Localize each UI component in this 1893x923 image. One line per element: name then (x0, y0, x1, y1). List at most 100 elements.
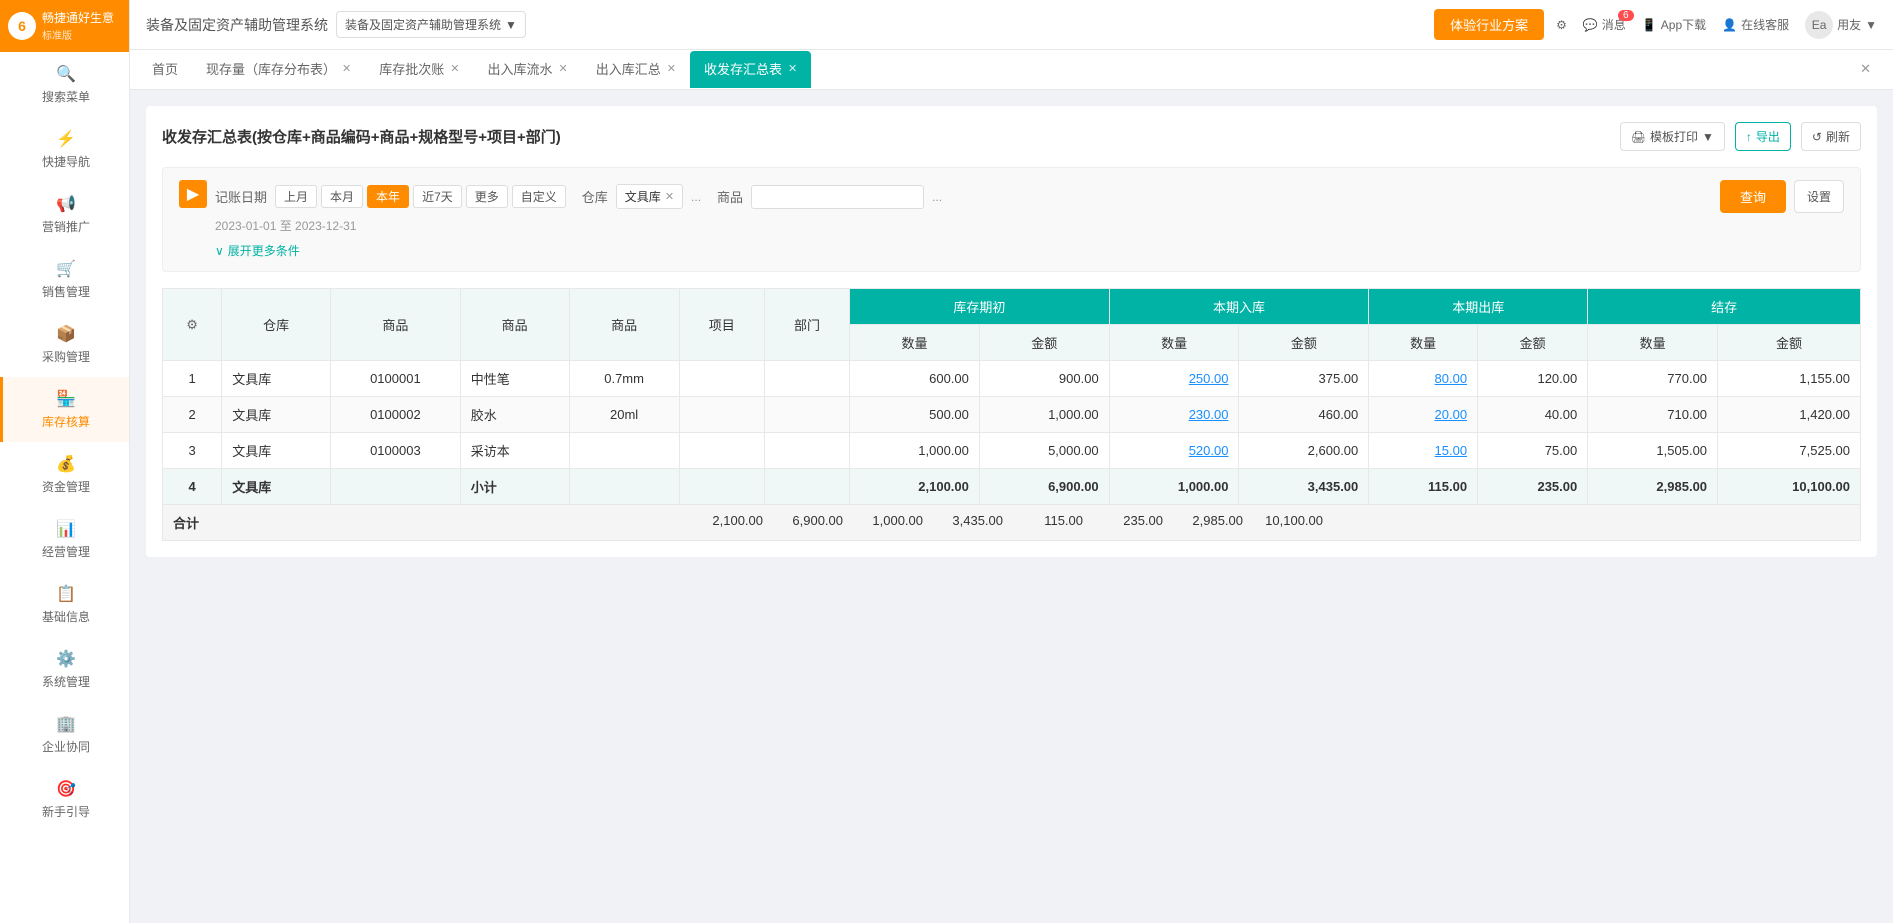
table-cell-out-qty[interactable]: 20.00 (1369, 397, 1478, 433)
warehouse-more[interactable]: ... (691, 190, 701, 204)
tab-inventory-dist[interactable]: 现存量（库存分布表） ✕ (192, 51, 365, 88)
footer-begin-qty: 2,100.00 (693, 513, 773, 532)
col-name: 商品 (460, 289, 569, 361)
tab-close-icon[interactable]: ✕ (342, 62, 351, 75)
trial-button[interactable]: 体验行业方案 (1434, 9, 1544, 40)
logo-title: 畅捷通好生意 (42, 10, 114, 27)
basic-info-icon: 📋 (56, 584, 76, 604)
table-cell-dept (764, 361, 849, 397)
col-begin-qty: 数量 (850, 325, 980, 361)
gear-settings[interactable]: ⚙ (1556, 18, 1567, 32)
col-spec: 商品 (569, 289, 679, 361)
table-settings-header[interactable]: ⚙ (163, 289, 222, 361)
page-card: 收发存汇总表(按仓库+商品编码+商品+规格型号+项目+部门) 🖨 模板打印 ▼ … (146, 106, 1877, 557)
table-cell-in-qty[interactable]: 250.00 (1109, 361, 1239, 397)
sidebar-item-inventory[interactable]: 🏪 库存核算 (0, 377, 129, 442)
tab-recv-send-summary[interactable]: 收发存汇总表 ✕ (690, 51, 811, 88)
date-range-text: 2023-01-01 至 2023-12-31 (215, 219, 356, 233)
table-cell-begin-amt: 900.00 (979, 361, 1109, 397)
table-cell-end-qty: 710.00 (1588, 397, 1718, 433)
sidebar-item-label: 基础信息 (42, 608, 90, 625)
warehouse-tag-text: 文具库 (625, 188, 661, 205)
messages-action[interactable]: 💬 消息 6 (1583, 16, 1626, 33)
tab-close-icon[interactable]: ✕ (559, 62, 568, 75)
tab-close-all[interactable]: ✕ (1846, 53, 1885, 87)
table-cell-begin-qty: 500.00 (850, 397, 980, 433)
table-cell-warehouse: 文具库 (222, 361, 331, 397)
product-input[interactable] (751, 185, 924, 209)
export-button[interactable]: ↑ 导出 (1735, 122, 1791, 151)
sidebar-item-search[interactable]: 🔍 搜索菜单 (0, 52, 129, 117)
col-begin-amt: 金额 (979, 325, 1109, 361)
marketing-icon: 📢 (56, 194, 76, 214)
settings-button[interactable]: 设置 (1794, 180, 1844, 213)
sidebar-item-quick-nav[interactable]: ⚡ 快捷导航 (0, 117, 129, 182)
table-cell-end-amt: 1,155.00 (1718, 361, 1861, 397)
finance-icon: 💰 (56, 454, 76, 474)
page-title-row: 收发存汇总表(按仓库+商品编码+商品+规格型号+项目+部门) 🖨 模板打印 ▼ … (162, 122, 1861, 151)
system-select[interactable]: 装备及固定资产辅助管理系统 ▼ (336, 11, 526, 38)
date-btn-custom[interactable]: 自定义 (512, 185, 566, 208)
footer-in-qty: 1,000.00 (853, 513, 933, 532)
sidebar-item-newbie[interactable]: 🎯 新手引导 (0, 767, 129, 832)
sidebar-item-purchase[interactable]: 📦 采购管理 (0, 312, 129, 377)
col-end-qty: 数量 (1588, 325, 1718, 361)
app-download-action[interactable]: 📱 App下载 (1642, 16, 1706, 33)
table-cell-out-qty[interactable]: 15.00 (1369, 433, 1478, 469)
sidebar-item-enterprise[interactable]: 🏢 企业协同 (0, 702, 129, 767)
user-action[interactable]: Ea 用友 ▼ (1805, 11, 1877, 39)
tab-close-icon[interactable]: ✕ (667, 62, 676, 75)
online-service-action[interactable]: 👤 在线客服 (1722, 16, 1789, 33)
date-btn-last-month[interactable]: 上月 (275, 185, 317, 208)
table-cell-warehouse: 文具库 (222, 397, 331, 433)
expand-filter-button[interactable]: ∨ 展开更多条件 (215, 242, 1844, 259)
system-icon: ⚙️ (56, 649, 76, 669)
sidebar-item-marketing[interactable]: 📢 营销推广 (0, 182, 129, 247)
sidebar-item-basic-info[interactable]: 📋 基础信息 (0, 572, 129, 637)
tab-inout-summary[interactable]: 出入库汇总 ✕ (582, 51, 690, 88)
filter-toggle-button[interactable]: ▶ (179, 180, 207, 208)
sidebar-item-sales[interactable]: 🛒 销售管理 (0, 247, 129, 312)
warehouse-filter-group: 仓库 文具库 ✕ ... (582, 184, 701, 209)
table-cell-end-qty: 770.00 (1588, 361, 1718, 397)
table-cell-dept (764, 469, 849, 505)
tab-close-icon[interactable]: ✕ (450, 62, 459, 75)
date-btn-this-year[interactable]: 本年 (367, 185, 409, 208)
print-button[interactable]: 🖨 模板打印 ▼ (1620, 122, 1725, 151)
tab-inout-flow[interactable]: 出入库流水 ✕ (473, 51, 581, 88)
inventory-icon: 🏪 (56, 389, 76, 409)
table-cell-in-qty[interactable]: 520.00 (1109, 433, 1239, 469)
tab-home[interactable]: 首页 (138, 51, 192, 88)
expand-label: 展开更多条件 (228, 242, 300, 259)
refresh-label: 刷新 (1826, 128, 1850, 145)
footer-end-qty: 2,985.00 (1173, 513, 1253, 532)
service-icon: 👤 (1722, 18, 1737, 32)
export-icon: ↑ (1746, 130, 1752, 144)
table-cell-in-amt: 3,435.00 (1239, 469, 1369, 505)
date-btn-7days[interactable]: 近7天 (413, 185, 462, 208)
export-label: 导出 (1756, 128, 1780, 145)
tag-close-icon[interactable]: ✕ (665, 190, 674, 203)
tab-batch-account[interactable]: 库存批次账 ✕ (365, 51, 473, 88)
refresh-button[interactable]: ↺ 刷新 (1801, 122, 1861, 151)
query-button[interactable]: 查询 (1720, 180, 1786, 213)
table-cell-in-qty[interactable]: 230.00 (1109, 397, 1239, 433)
table-cell-spec (569, 433, 679, 469)
tab-close-icon[interactable]: ✕ (788, 62, 797, 75)
sidebar-item-label: 企业协同 (42, 738, 90, 755)
sidebar-item-operations[interactable]: 📊 经营管理 (0, 507, 129, 572)
product-more[interactable]: ... (932, 190, 942, 204)
date-btn-this-month[interactable]: 本月 (321, 185, 363, 208)
search-icon: 🔍 (56, 64, 76, 84)
user-chevron-icon: ▼ (1865, 18, 1877, 32)
sidebar-item-finance[interactable]: 💰 资金管理 (0, 442, 129, 507)
table-cell-begin-amt: 6,900.00 (979, 469, 1109, 505)
date-filter-group: 记账日期 上月 本月 本年 近7天 更多 自定义 (215, 185, 566, 208)
date-btn-more[interactable]: 更多 (466, 185, 508, 208)
sidebar-item-system[interactable]: ⚙️ 系统管理 (0, 637, 129, 702)
col-group-begin: 库存期初 (850, 289, 1110, 325)
content-area: 收发存汇总表(按仓库+商品编码+商品+规格型号+项目+部门) 🖨 模板打印 ▼ … (130, 90, 1893, 923)
table-cell-code: 0100002 (330, 397, 460, 433)
table-cell-out-qty[interactable]: 80.00 (1369, 361, 1478, 397)
header-actions: ⚙ 💬 消息 6 📱 App下载 👤 在线客服 Ea 用友 ▼ (1556, 11, 1877, 39)
